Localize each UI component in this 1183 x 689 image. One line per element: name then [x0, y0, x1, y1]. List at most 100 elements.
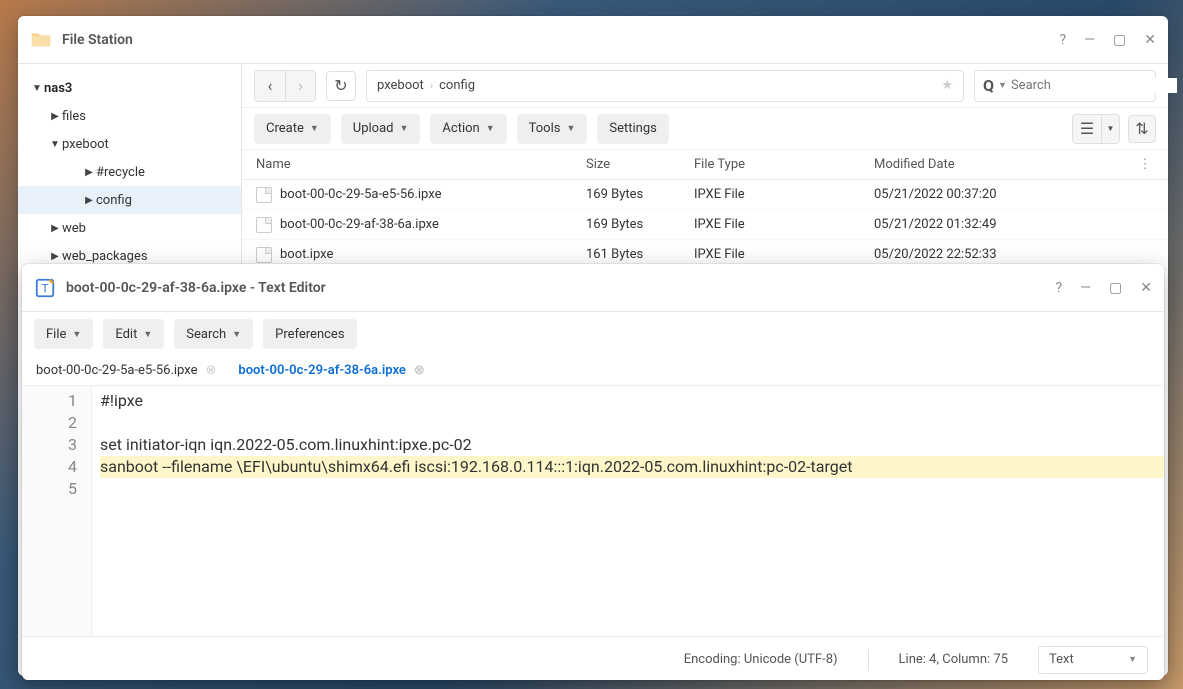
- tree-item-web[interactable]: web: [18, 214, 241, 242]
- create-button[interactable]: Create▼: [254, 114, 331, 144]
- chevron-right-icon: [82, 167, 96, 178]
- preferences-button[interactable]: Preferences: [263, 319, 356, 349]
- editor-menu-bar: File▼ Edit▼ Search▼ Preferences: [22, 312, 1164, 356]
- column-date[interactable]: Modified Date: [874, 157, 1136, 172]
- chevron-right-icon: [82, 195, 96, 206]
- tree-root-label: nas3: [44, 81, 72, 96]
- edit-menu[interactable]: Edit▼: [103, 319, 164, 349]
- chevron-down-icon: ▼: [1128, 654, 1137, 665]
- line-number: 1: [22, 390, 77, 412]
- list-view-button[interactable]: ☰: [1073, 115, 1101, 143]
- search-icon: Q: [983, 76, 994, 95]
- text-editor-window: T boot-00-0c-29-af-38-6a.ipxe - Text Edi…: [22, 264, 1164, 680]
- tree-item-pxeboot[interactable]: pxeboot: [18, 130, 241, 158]
- tree-label: config: [96, 193, 132, 208]
- tab-label: boot-00-0c-29-5a-e5-56.ipxe: [36, 363, 197, 378]
- tab-close-icon[interactable]: ⊗: [205, 363, 216, 378]
- text-editor-icon: T: [34, 277, 56, 299]
- minimize-icon[interactable]: —: [1084, 32, 1095, 48]
- line-gutter: 1 2 3 4 5: [22, 386, 92, 636]
- file-date: 05/21/2022 01:32:49: [874, 217, 1136, 232]
- search-input[interactable]: [1011, 78, 1177, 93]
- minimize-icon[interactable]: —: [1080, 280, 1091, 296]
- help-icon[interactable]: ?: [1059, 32, 1066, 48]
- close-icon[interactable]: ✕: [1144, 32, 1156, 48]
- tab-label: boot-00-0c-29-af-38-6a.ipxe: [238, 363, 406, 378]
- line-number: 2: [22, 412, 77, 434]
- tree-item-config[interactable]: config: [18, 186, 241, 214]
- chevron-down-icon: ▼: [72, 329, 81, 340]
- file-icon: [256, 217, 272, 233]
- line-number: 4: [22, 456, 77, 478]
- code-content[interactable]: #!ipxe set initiator-iqn iqn.2022-05.com…: [92, 386, 1164, 636]
- view-dropdown-button[interactable]: ▼: [1101, 115, 1119, 143]
- breadcrumb-segment[interactable]: config: [439, 78, 475, 93]
- back-button[interactable]: ‹: [255, 71, 285, 101]
- line-number: 5: [22, 478, 77, 500]
- breadcrumb-segment[interactable]: pxeboot: [377, 78, 424, 93]
- code-line: #!ipxe: [100, 391, 143, 410]
- file-date: 05/21/2022 00:37:20: [874, 187, 1136, 202]
- language-select[interactable]: Text ▼: [1038, 646, 1148, 674]
- language-label: Text: [1049, 652, 1074, 667]
- svg-text:T: T: [41, 281, 48, 295]
- file-size: 169 Bytes: [586, 187, 694, 202]
- chevron-down-icon: ▼: [566, 123, 575, 134]
- code-line-current: sanboot --filename \EFI\ubuntu\shimx64.e…: [100, 456, 1164, 478]
- file-size: 161 Bytes: [586, 247, 694, 262]
- column-size[interactable]: Size: [586, 157, 694, 172]
- file-menu[interactable]: File▼: [34, 319, 93, 349]
- search-menu[interactable]: Search▼: [174, 319, 253, 349]
- chevron-right-icon: [48, 223, 62, 234]
- sort-button[interactable]: ⇅: [1128, 115, 1156, 143]
- table-row[interactable]: boot-00-0c-29-af-38-6a.ipxe 169 Bytes IP…: [242, 210, 1168, 240]
- chevron-down-icon[interactable]: ▼: [998, 80, 1007, 91]
- search-box[interactable]: Q ▼: [974, 70, 1156, 102]
- tree-root[interactable]: nas3: [18, 74, 241, 102]
- action-button[interactable]: Action▼: [430, 114, 506, 144]
- chevron-down-icon: ▼: [486, 123, 495, 134]
- refresh-button[interactable]: ↻: [326, 71, 356, 101]
- file-size: 169 Bytes: [586, 217, 694, 232]
- upload-button[interactable]: Upload▼: [341, 114, 421, 144]
- editor-tabs: boot-00-0c-29-5a-e5-56.ipxe ⊗ boot-00-0c…: [22, 356, 1164, 386]
- text-editor-title: boot-00-0c-29-af-38-6a.ipxe - Text Edito…: [66, 280, 326, 296]
- file-icon: [256, 247, 272, 263]
- table-row[interactable]: boot-00-0c-29-5a-e5-56.ipxe 169 Bytes IP…: [242, 180, 1168, 210]
- close-icon[interactable]: ✕: [1140, 280, 1152, 296]
- chevron-down-icon: ▼: [143, 329, 152, 340]
- forward-button[interactable]: ›: [285, 71, 315, 101]
- maximize-icon[interactable]: ▢: [1113, 32, 1126, 48]
- tree-label: files: [62, 109, 86, 124]
- column-name[interactable]: Name: [256, 157, 586, 172]
- settings-button[interactable]: Settings: [597, 114, 668, 144]
- divider: [868, 649, 869, 671]
- code-editor[interactable]: 1 2 3 4 5 #!ipxe set initiator-iqn iqn.2…: [22, 386, 1164, 636]
- maximize-icon[interactable]: ▢: [1109, 280, 1122, 296]
- cursor-status: Line: 4, Column: 75: [899, 652, 1008, 667]
- file-station-title: File Station: [62, 32, 133, 48]
- tree-item-recycle[interactable]: #recycle: [18, 158, 241, 186]
- help-icon[interactable]: ?: [1055, 280, 1062, 296]
- folder-icon: [30, 29, 52, 51]
- favorite-icon[interactable]: ★: [941, 78, 953, 93]
- tree-label: web_packages: [62, 249, 148, 264]
- chevron-down-icon: [30, 83, 44, 94]
- column-type[interactable]: File Type: [694, 157, 874, 172]
- editor-tab[interactable]: boot-00-0c-29-af-38-6a.ipxe ⊗: [238, 363, 424, 378]
- chevron-right-icon: [48, 251, 62, 262]
- file-name: boot.ipxe: [280, 247, 333, 262]
- file-name: boot-00-0c-29-5a-e5-56.ipxe: [280, 187, 441, 202]
- editor-status-bar: Encoding: Unicode (UTF-8) Line: 4, Colum…: [22, 636, 1164, 682]
- tab-close-icon[interactable]: ⊗: [414, 363, 425, 378]
- tools-button[interactable]: Tools▼: [517, 114, 588, 144]
- chevron-down-icon: [48, 139, 62, 150]
- file-type: IPXE File: [694, 247, 874, 262]
- file-type: IPXE File: [694, 217, 874, 232]
- tree-label: web: [62, 221, 86, 236]
- file-name: boot-00-0c-29-af-38-6a.ipxe: [280, 217, 439, 232]
- column-options-icon[interactable]: ⋮: [1136, 157, 1154, 172]
- editor-tab[interactable]: boot-00-0c-29-5a-e5-56.ipxe ⊗: [36, 363, 216, 378]
- tree-item-files[interactable]: files: [18, 102, 241, 130]
- breadcrumb[interactable]: pxeboot › config ★: [366, 70, 964, 102]
